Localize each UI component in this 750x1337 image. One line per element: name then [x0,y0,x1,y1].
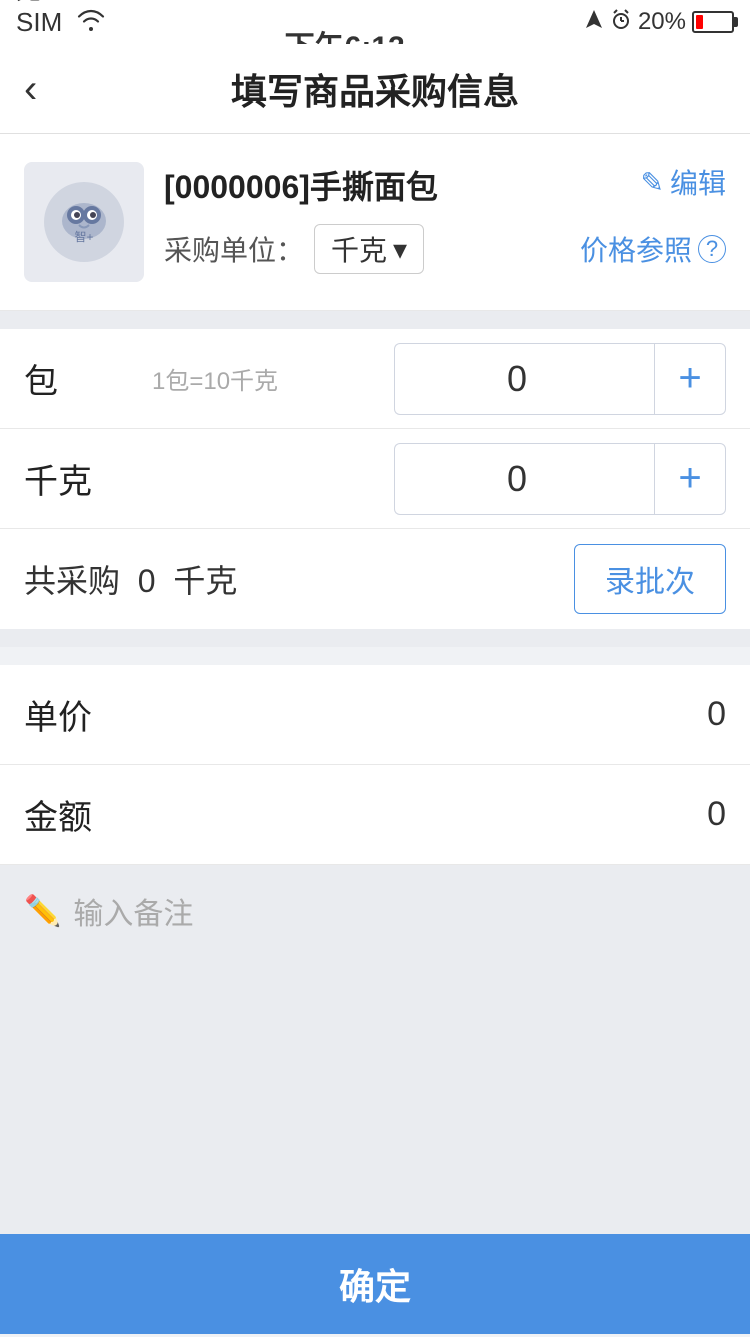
amount-label: 金额 [24,790,92,839]
amount-value: 0 [707,795,726,834]
product-card: 智+ [0000006]手撕面包 采购单位： 千克 ▾ 价格参照 ? [0,134,750,311]
page-title: 填写商品采购信息 [231,63,519,115]
battery-percent: 20% [638,8,686,36]
unit-price-row: 单价 0 [0,665,750,765]
edit-button[interactable]: ✎ 编辑 [641,162,726,202]
pencil-icon: ✏️ [24,894,61,929]
section-divider-2 [0,629,750,647]
nav-bar: ‹ 填写商品采购信息 [0,44,750,134]
help-icon: ? [698,235,726,263]
bao-label: 包 [24,354,144,403]
back-button[interactable]: ‹ [24,69,37,109]
empty-space [0,957,750,1237]
status-right: 20% [584,8,734,37]
alarm-icon [610,8,632,37]
product-logo-icon: 智+ [54,193,114,252]
kg-label: 千克 [24,454,144,503]
info-section: 单价 0 金额 0 [0,665,750,865]
summary-text: 共采购 0 千克 [24,556,237,602]
edit-icon: ✎ [641,166,664,199]
bao-input-right: + [278,343,726,415]
page-wrapper: 无SIM卡 下午6:12 [0,0,750,1337]
kg-input-row: 千克 + [0,429,750,529]
location-icon [584,8,604,37]
bao-plus-button[interactable]: + [654,343,726,415]
battery-icon [692,11,734,33]
svg-text:智+: 智+ [74,229,93,243]
batch-button[interactable]: 录批次 [574,544,726,614]
kg-input-right: + [144,443,726,515]
summary-row: 共采购 0 千克 录批次 [0,529,750,629]
status-bar: 无SIM卡 下午6:12 [0,0,750,44]
product-meta: 采购单位： 千克 ▾ 价格参照 ? [164,224,726,274]
section-divider-1 [0,311,750,329]
bao-input-row: 包 1包=10千克 + [0,329,750,429]
unit-price-value: 0 [707,695,726,734]
wifi-icon [77,7,105,38]
unit-select[interactable]: 千克 ▾ [314,224,424,274]
amount-row: 金额 0 [0,765,750,865]
bao-sublabel: 1包=10千克 [152,361,278,396]
kg-quantity-input[interactable] [394,443,654,515]
unit-label: 采购单位： 千克 ▾ [164,224,424,274]
price-ref-button[interactable]: 价格参照 ? [580,229,726,269]
remarks-placeholder: 输入备注 [73,889,193,933]
kg-plus-button[interactable]: + [654,443,726,515]
product-thumbnail: 智+ [24,162,144,282]
remarks-section[interactable]: ✏️ 输入备注 [0,865,750,957]
dropdown-icon: ▾ [393,233,407,266]
bao-quantity-input[interactable] [394,343,654,415]
confirm-button[interactable]: 确定 [0,1234,750,1334]
input-section: 包 1包=10千克 + 千克 + [0,329,750,529]
unit-price-label: 单价 [24,690,92,739]
